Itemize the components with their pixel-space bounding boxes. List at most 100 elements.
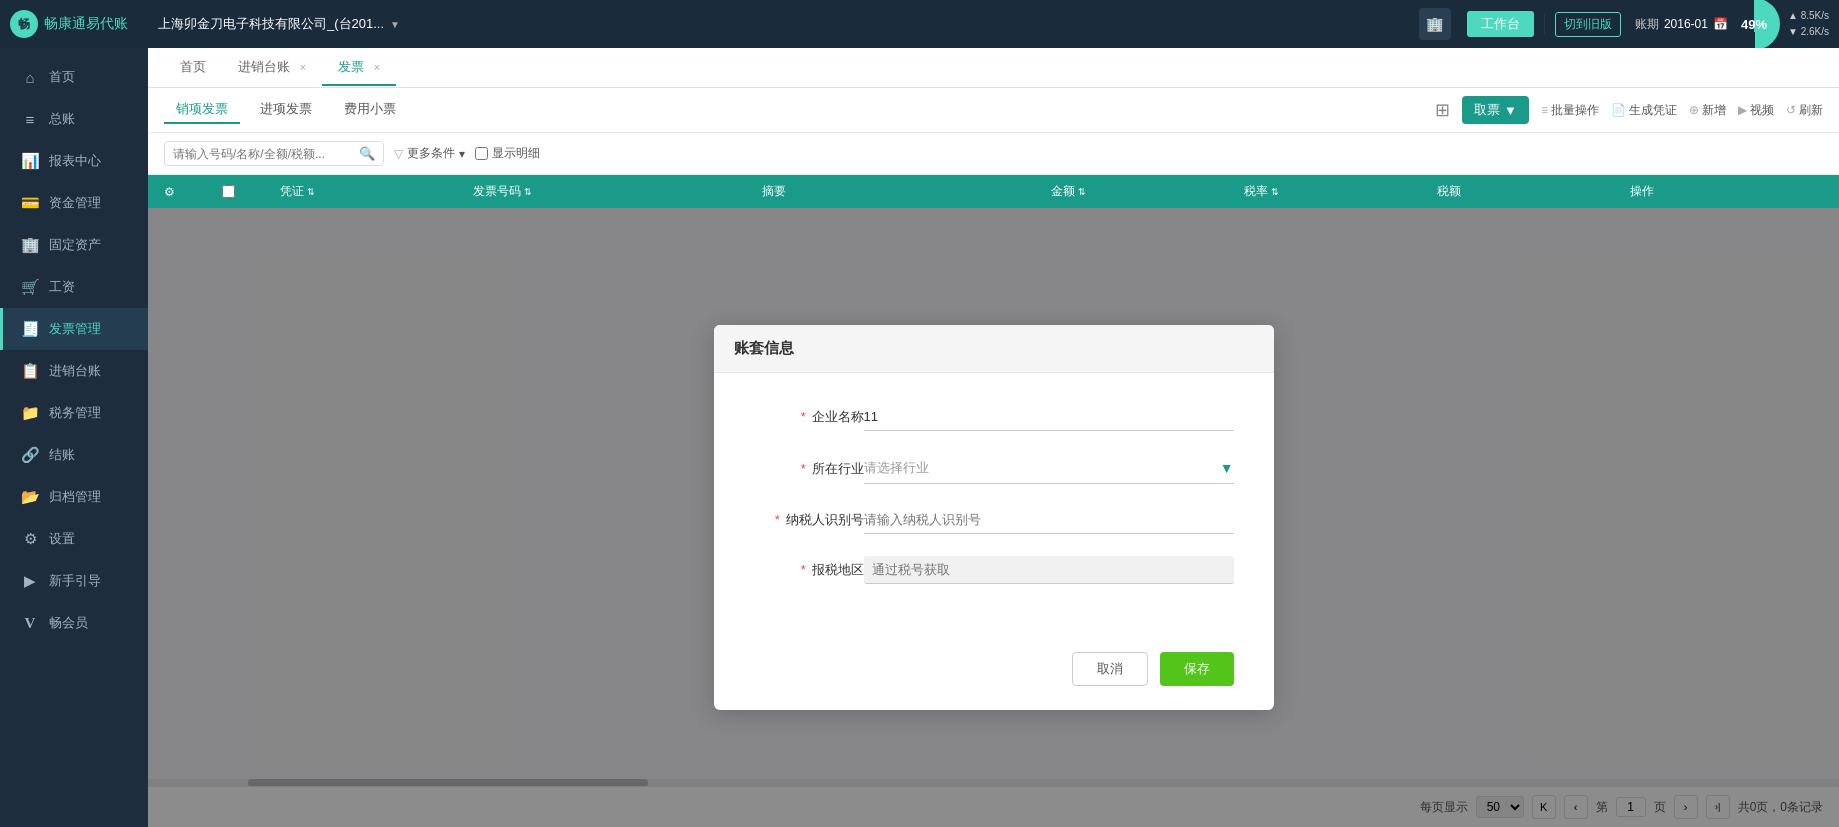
sub-tab-expenses[interactable]: 费用小票 — [332, 96, 408, 124]
sidebar-item-reports[interactable]: 📊 报表中心 — [0, 140, 148, 182]
tab-invoices-close[interactable]: × — [374, 61, 380, 73]
period-display: 账期 2016-01 📅 — [1635, 16, 1728, 33]
tab-purchases-close[interactable]: × — [300, 61, 306, 73]
sidebar-item-home[interactable]: ⌂ 首页 — [0, 56, 148, 98]
sort-icon-2[interactable]: ⇅ — [524, 187, 532, 197]
dialog-title: 账套信息 — [714, 325, 1274, 373]
tax-icon: 📁 — [21, 404, 39, 422]
purchases-icon: 📋 — [21, 362, 39, 380]
company-name-input[interactable] — [864, 403, 1234, 431]
sidebar-label-reports: 报表中心 — [49, 152, 101, 170]
gen-voucher-link[interactable]: 📄 生成凭证 — [1611, 102, 1677, 119]
sub-tab-sales[interactable]: 销项发票 — [164, 96, 240, 124]
th-settings: ⚙ — [164, 185, 222, 199]
topbar-right: 49% ▲ 8.5K/s ▼ 2.6K/s — [1728, 0, 1829, 50]
sidebar-label-tax: 税务管理 — [49, 404, 101, 422]
filter-arrow: ▾ — [459, 147, 465, 161]
filter-btn[interactable]: ▽ 更多条件 ▾ — [394, 145, 465, 162]
th-invoice-no: 发票号码 ⇅ — [473, 183, 762, 200]
select-all-checkbox[interactable] — [222, 185, 235, 198]
table-header: ⚙ 凭证 ⇅ 发票号码 ⇅ 摘要 金额 ⇅ 税率 ⇅ — [148, 175, 1839, 208]
sidebar-label-settings: 设置 — [49, 530, 75, 548]
show-details-checkbox[interactable]: 显示明细 — [475, 145, 540, 162]
company-icon-btn[interactable]: 🏢 — [1419, 8, 1451, 40]
sidebar-item-ledger[interactable]: ≡ 总账 — [0, 98, 148, 140]
tax-id-input[interactable] — [864, 506, 1234, 534]
search-box: 🔍 — [164, 141, 384, 166]
switch-old-button[interactable]: 切到旧版 — [1555, 12, 1621, 37]
topbar: 畅 畅康通易代账 上海卯金刀电子科技有限公司_(台201... ▼ 🏢 工作台 … — [0, 0, 1839, 48]
account-info-dialog: 账套信息 * 企业名称 * — [714, 325, 1274, 710]
sidebar-item-invoices[interactable]: 🧾 发票管理 — [0, 308, 148, 350]
sort-icon-4[interactable]: ⇅ — [1271, 187, 1279, 197]
speed-percent: 49% — [1741, 17, 1767, 32]
tab-purchases[interactable]: 进销台账 × — [222, 50, 322, 86]
sort-icon-3[interactable]: ⇅ — [1078, 187, 1086, 197]
tax-region-label: * 报税地区 — [754, 561, 864, 579]
sort-icon[interactable]: ⇅ — [307, 187, 315, 197]
video-link[interactable]: ▶ 视频 — [1738, 102, 1774, 119]
invoices-icon: 🧾 — [21, 320, 39, 338]
cancel-button[interactable]: 取消 — [1072, 652, 1148, 686]
sub-tab-purchases[interactable]: 进项发票 — [248, 96, 324, 124]
sidebar-item-payroll[interactable]: 🛒 工资 — [0, 266, 148, 308]
search-icon[interactable]: 🔍 — [359, 146, 375, 161]
sidebar-item-guide[interactable]: ▶ 新手引导 — [0, 560, 148, 602]
grid-view-btn[interactable]: ⊞ — [1435, 99, 1450, 121]
ticket-button[interactable]: 取票 ▼ — [1462, 96, 1529, 124]
calendar-icon[interactable]: 📅 — [1713, 17, 1728, 31]
sidebar: ⌂ 首页 ≡ 总账 📊 报表中心 💳 资金管理 🏢 固定资产 🛒 工资 🧾 发票… — [0, 48, 148, 827]
details-checkbox[interactable] — [475, 147, 488, 160]
dialog-footer: 取消 保存 — [714, 636, 1274, 710]
logo-icon: 畅 — [10, 10, 38, 38]
speed-down: ▼ 2.6K/s — [1788, 24, 1829, 40]
th-actions: 操作 — [1630, 183, 1823, 200]
speed-circle: 49% — [1728, 0, 1780, 50]
member-icon: V — [21, 615, 39, 632]
save-button[interactable]: 保存 — [1160, 652, 1234, 686]
finance-icon: 💳 — [21, 194, 39, 212]
sidebar-item-archive[interactable]: 📂 归档管理 — [0, 476, 148, 518]
th-checkbox — [222, 185, 280, 198]
refresh-link[interactable]: ↺ 刷新 — [1786, 102, 1823, 119]
content-area: 账套信息 * 企业名称 * — [148, 208, 1839, 827]
sidebar-label-archive: 归档管理 — [49, 488, 101, 506]
sidebar-item-finance[interactable]: 💳 资金管理 — [0, 182, 148, 224]
tab-invoices[interactable]: 发票 × — [322, 50, 396, 86]
sidebar-item-tax[interactable]: 📁 税务管理 — [0, 392, 148, 434]
dialog-overlay: 账套信息 * 企业名称 * — [148, 208, 1839, 827]
th-amount: 金额 ⇅ — [1051, 183, 1244, 200]
settings-icon[interactable]: ⚙ — [164, 185, 175, 199]
sub-tabs-bar: 销项发票 进项发票 费用小票 ⊞ 取票 ▼ ≡ 批量操作 — [148, 88, 1839, 133]
company-selector[interactable]: 上海卯金刀电子科技有限公司_(台201... ▼ — [158, 15, 1419, 33]
sidebar-item-member[interactable]: V 畅会员 — [0, 602, 148, 644]
reports-icon: 📊 — [21, 152, 39, 170]
sidebar-label-purchases: 进销台账 — [49, 362, 101, 380]
ticket-btn-wrapper: 取票 ▼ — [1462, 96, 1529, 124]
sidebar-label-payroll: 工资 — [49, 278, 75, 296]
settlement-icon: 🔗 — [21, 446, 39, 464]
batch-ops-icon: ≡ — [1541, 103, 1548, 117]
nav-tabs: 首页 进销台账 × 发票 × — [148, 48, 1839, 88]
ledger-icon: ≡ — [21, 111, 39, 128]
sidebar-item-settlement[interactable]: 🔗 结账 — [0, 434, 148, 476]
form-row-tax-region: * 报税地区 — [754, 556, 1234, 584]
workbench-button[interactable]: 工作台 — [1467, 11, 1534, 37]
th-tax-rate: 税率 ⇅ — [1244, 183, 1437, 200]
search-input[interactable] — [173, 147, 353, 161]
industry-select[interactable]: 请选择行业 ▼ — [864, 453, 1234, 484]
sidebar-item-assets[interactable]: 🏢 固定资产 — [0, 224, 148, 266]
sidebar-label-invoices: 发票管理 — [49, 320, 101, 338]
th-voucher: 凭证 ⇅ — [280, 183, 473, 200]
tax-region-input — [864, 556, 1234, 584]
sidebar-label-assets: 固定资产 — [49, 236, 101, 254]
form-row-tax-id: * 纳税人识别号 — [754, 506, 1234, 534]
sidebar-item-settings[interactable]: ⚙ 设置 — [0, 518, 148, 560]
batch-ops-link[interactable]: ≡ 批量操作 — [1541, 102, 1599, 119]
required-star: * — [801, 409, 806, 424]
add-link[interactable]: ⊕ 新增 — [1689, 102, 1726, 119]
sidebar-label-home: 首页 — [49, 68, 75, 86]
sidebar-item-purchases[interactable]: 📋 进销台账 — [0, 350, 148, 392]
tab-home[interactable]: 首页 — [164, 50, 222, 86]
industry-label: * 所在行业 — [754, 460, 864, 478]
